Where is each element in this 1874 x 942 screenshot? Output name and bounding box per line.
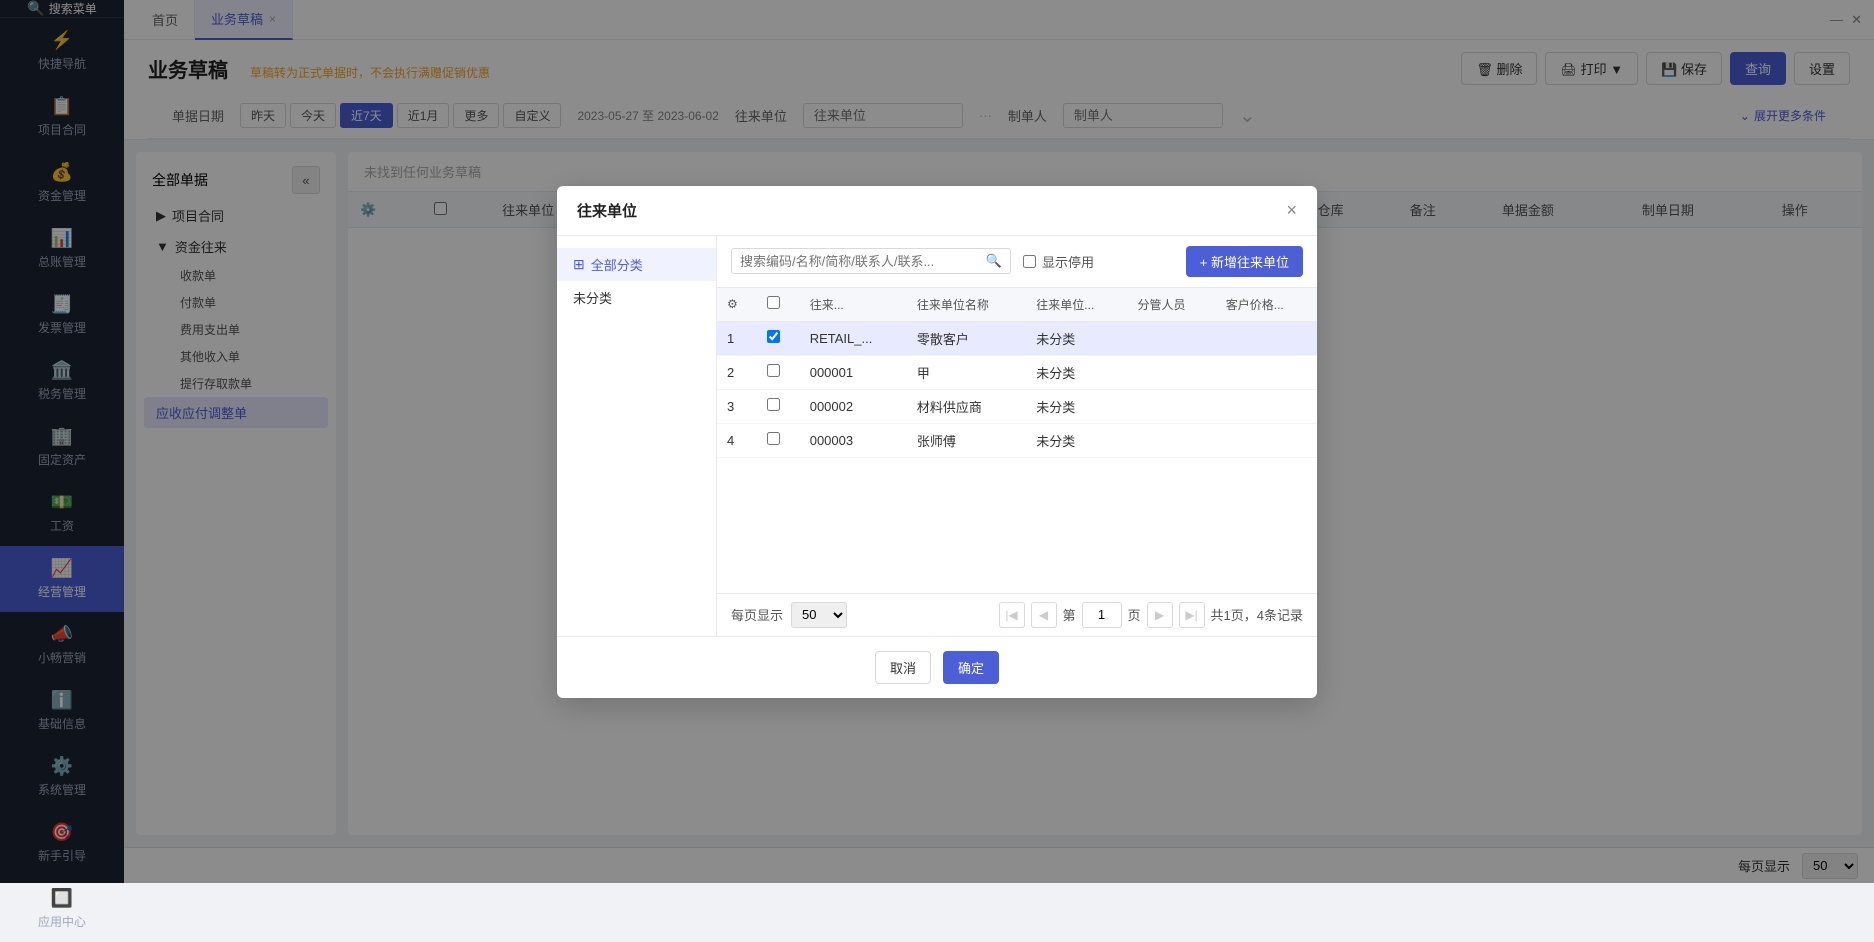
row-manager [1128,423,1216,457]
row-name: 材料供应商 [907,389,1026,423]
row-no: 3 [717,389,757,423]
row-no: 2 [717,355,757,389]
row-code: 000001 [800,355,907,389]
row-price [1216,355,1317,389]
page-suffix: 页 [1128,605,1141,624]
next-page-button[interactable]: ▶ [1147,602,1173,628]
sidebar-item-app-center[interactable]: 🔲 应用中心 [0,876,124,942]
search-icon: 🔍 [986,253,1002,269]
dialog-content: ⊞ 全部分类 未分类 🔍 [557,236,1317,636]
row-code: 000002 [800,389,907,423]
dialog-table-row[interactable]: 4 000003 张师傅 未分类 [717,423,1317,457]
row-manager [1128,355,1216,389]
dialog-select-all[interactable] [767,296,780,309]
app-center-icon: 🔲 [51,888,73,909]
row-category: 未分类 [1026,321,1127,355]
dialog-col-manager: 分管人员 [1128,288,1216,322]
cancel-button[interactable]: 取消 [875,651,931,684]
search-box: 🔍 [731,248,1011,274]
prev-page-button[interactable]: ◀ [1031,602,1057,628]
dialog-col-price: 客户价格... [1216,288,1317,322]
row-name: 张师傅 [907,423,1026,457]
row-manager [1128,389,1216,423]
row-no: 1 [717,321,757,355]
row-checkbox[interactable] [757,321,800,355]
dialog-col-cat: 往来单位... [1026,288,1127,322]
dialog-header: 往来单位 × [557,186,1317,236]
row-checkbox[interactable] [757,389,800,423]
row-category: 未分类 [1026,423,1127,457]
last-page-button[interactable]: ▶| [1179,602,1205,628]
dialog-footer: 取消 确定 [557,636,1317,698]
dialog-main: 🔍 显示停用 + 新增往来单位 ⚙ [717,236,1317,636]
row-no: 4 [717,423,757,457]
row-price [1216,389,1317,423]
page-label: 第 [1063,605,1076,624]
dialog-table-row[interactable]: 1 RETAIL_... 零散客户 未分类 [717,321,1317,355]
row-name: 零散客户 [907,321,1026,355]
row-category: 未分类 [1026,355,1127,389]
row-checkbox[interactable] [757,355,800,389]
dialog-col-code: 往来... [800,288,907,322]
row-select-checkbox[interactable] [767,330,780,343]
total-info: 共1页，4条记录 [1211,605,1303,624]
modal-overlay: 往来单位 × ⊞ 全部分类 未分类 [0,0,1874,883]
dialog-table-row[interactable]: 2 000001 甲 未分类 [717,355,1317,389]
confirm-button[interactable]: 确定 [943,651,999,684]
row-price [1216,321,1317,355]
dialog-close-button[interactable]: × [1286,200,1297,221]
party-dialog: 往来单位 × ⊞ 全部分类 未分类 [557,186,1317,698]
per-page-select[interactable]: 50 100 [791,602,847,628]
pagination-controls: |◀ ◀ 第 页 ▶ ▶| 共1页，4条记录 [999,602,1304,628]
add-party-button[interactable]: + 新增往来单位 [1186,246,1303,277]
dialog-pagination: 每页显示 50 100 |◀ ◀ 第 页 ▶ [717,593,1317,636]
row-name: 甲 [907,355,1026,389]
row-select-checkbox[interactable] [767,364,780,377]
sidebar-item-label: 应用中心 [38,913,86,930]
grid-icon: ⊞ [573,256,585,273]
show-disabled-label[interactable]: 显示停用 [1023,252,1094,271]
row-price [1216,423,1317,457]
settings-icon: ⚙ [727,297,738,311]
dialog-table-row[interactable]: 3 000002 材料供应商 未分类 [717,389,1317,423]
row-code: 000003 [800,423,907,457]
row-checkbox[interactable] [757,423,800,457]
dialog-toolbar: 🔍 显示停用 + 新增往来单位 [717,236,1317,288]
per-page-label: 每页显示 [731,605,783,624]
dialog-table: ⚙ 往来... 往来单位名称 往来单位... 分管人员 客户价格... [717,288,1317,458]
dialog-sidebar-unclassified[interactable]: 未分类 [557,281,716,314]
row-code: RETAIL_... [800,321,907,355]
dialog-col-checkbox [757,288,800,322]
show-disabled-checkbox[interactable] [1023,255,1036,268]
dialog-title: 往来单位 [577,200,637,221]
row-select-checkbox[interactable] [767,432,780,445]
dialog-col-settings: ⚙ [717,288,757,322]
row-manager [1128,321,1216,355]
row-select-checkbox[interactable] [767,398,780,411]
first-page-button[interactable]: |◀ [999,602,1025,628]
dialog-sidebar-all[interactable]: ⊞ 全部分类 [557,248,716,281]
row-category: 未分类 [1026,389,1127,423]
dialog-sidebar: ⊞ 全部分类 未分类 [557,236,717,636]
search-input[interactable] [740,254,980,269]
page-number-input[interactable] [1082,602,1122,628]
dialog-col-name: 往来单位名称 [907,288,1026,322]
dialog-table-wrap: ⚙ 往来... 往来单位名称 往来单位... 分管人员 客户价格... [717,288,1317,593]
dialog-body: ⊞ 全部分类 未分类 🔍 [557,236,1317,636]
